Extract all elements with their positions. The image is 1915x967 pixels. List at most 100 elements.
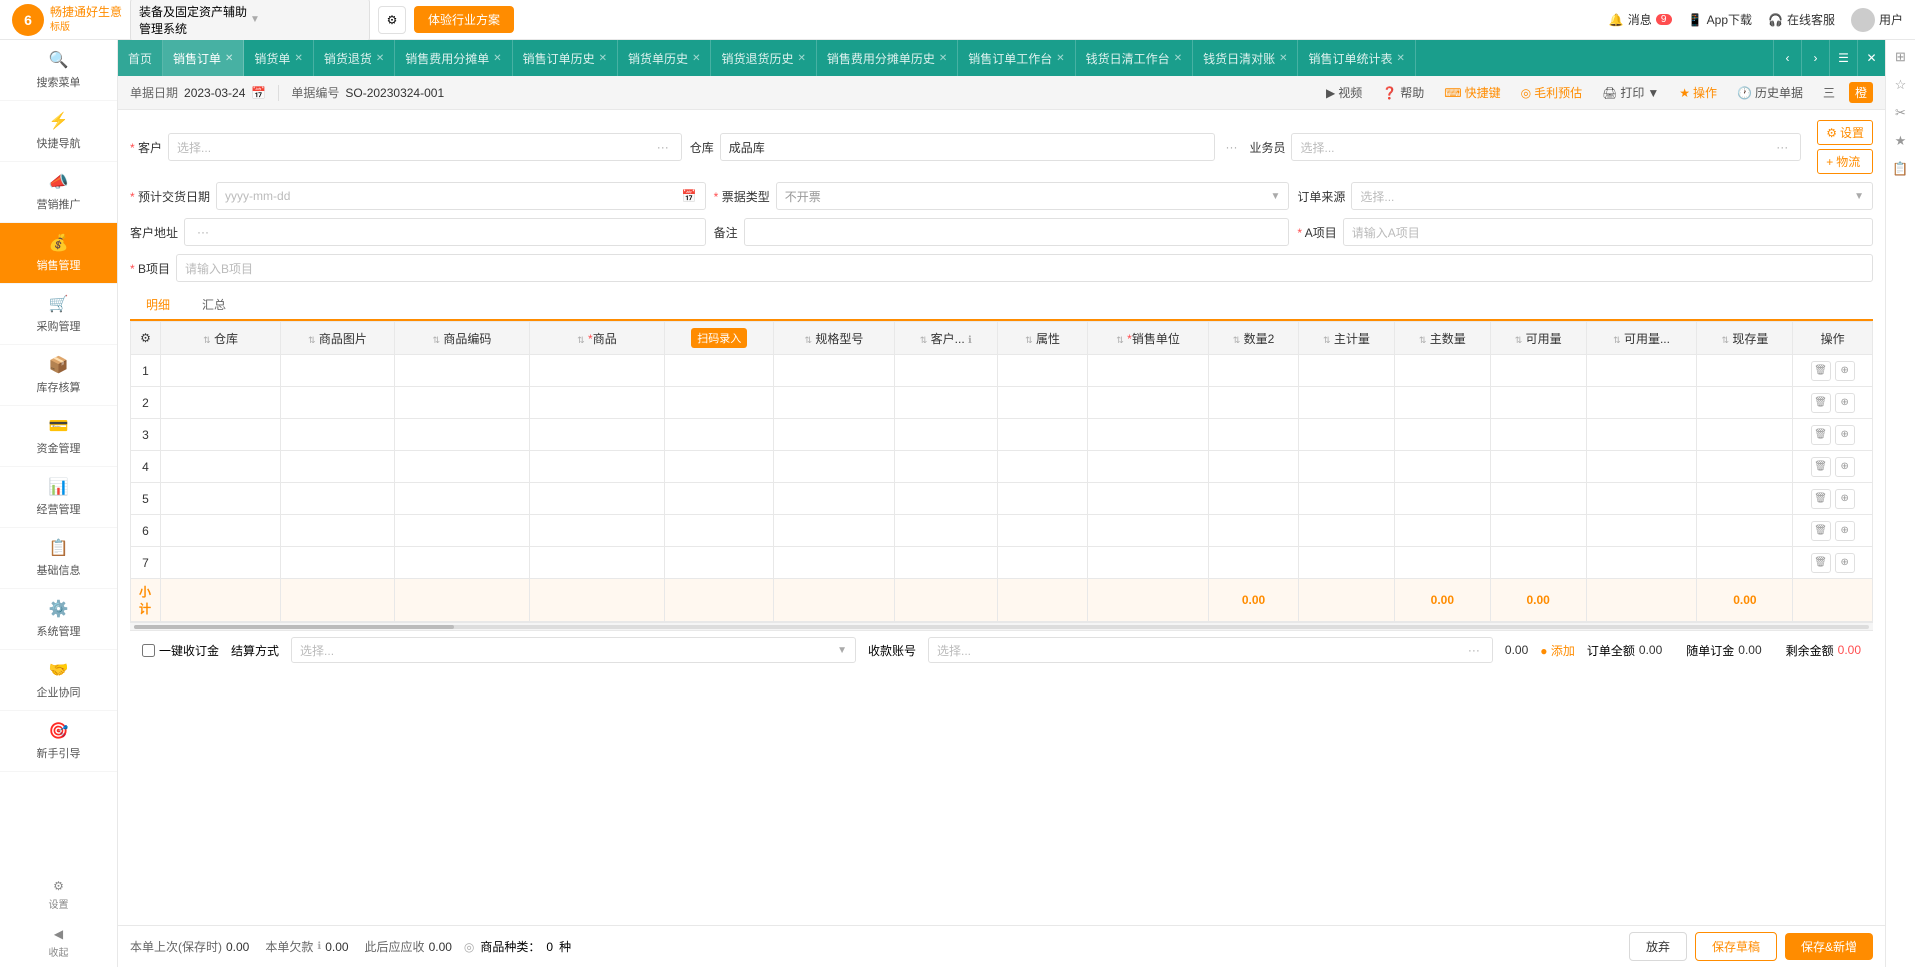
delete-row-icon[interactable]: 🗑 bbox=[1811, 489, 1831, 509]
tab-cash-reconcile[interactable]: 钱货日清对账 ✕ bbox=[1193, 40, 1298, 76]
account-select[interactable]: 选择... ··· bbox=[928, 637, 1493, 663]
tab-close-icon[interactable]: ✕ bbox=[376, 53, 384, 64]
sidebar-settings-btn[interactable]: ⚙ 设置 bbox=[0, 871, 117, 919]
tab-close-all-btn[interactable]: ✕ bbox=[1857, 40, 1885, 76]
calendar-icon[interactable]: 📅 bbox=[251, 86, 266, 100]
tab-sales-return[interactable]: 销货退货 ✕ bbox=[314, 40, 395, 76]
view-btn[interactable]: ▶ 视频 bbox=[1320, 82, 1368, 103]
address-input[interactable]: ··· bbox=[184, 218, 706, 246]
system-selector[interactable]: 装备及固定资产辅助管理系统 ▼ bbox=[130, 0, 370, 42]
sidebar-item-purchase[interactable]: 🛒 采购管理 bbox=[0, 284, 117, 345]
help-btn[interactable]: ❓ 帮助 bbox=[1376, 82, 1430, 103]
add-logistics-btn[interactable]: + 物流 bbox=[1817, 149, 1873, 174]
tab-close-icon[interactable]: ✕ bbox=[225, 53, 233, 64]
tab-next-btn[interactable]: › bbox=[1801, 40, 1829, 76]
sidebar-item-guide[interactable]: 🎯 新手引导 bbox=[0, 711, 117, 772]
tab-close-icon[interactable]: ✕ bbox=[599, 53, 607, 64]
right-icon-1[interactable]: ⊞ bbox=[1888, 44, 1914, 70]
history-btn[interactable]: 🕐 历史单据 bbox=[1731, 82, 1809, 103]
sidebar-item-search[interactable]: 🔍 搜索菜单 bbox=[0, 40, 117, 101]
salesperson-input[interactable]: 选择... ··· bbox=[1291, 133, 1801, 161]
table-scrollbar[interactable] bbox=[130, 622, 1873, 630]
warehouse-more-icon[interactable]: ··· bbox=[1221, 140, 1241, 154]
sidebar-item-sales[interactable]: 💰 销售管理 bbox=[0, 223, 117, 284]
delete-row-icon[interactable]: 🗑 bbox=[1811, 361, 1831, 381]
right-icon-4[interactable]: ★ bbox=[1888, 128, 1914, 154]
delete-row-icon[interactable]: 🗑 bbox=[1811, 553, 1831, 573]
right-icon-3[interactable]: ✂ bbox=[1888, 100, 1914, 126]
sidebar-item-finance[interactable]: 💳 资金管理 bbox=[0, 406, 117, 467]
payment-add-btn[interactable]: ● 添加 bbox=[1540, 642, 1575, 659]
sidebar-item-operations[interactable]: 📊 经营管理 bbox=[0, 467, 117, 528]
copy-row-icon[interactable]: ⊕ bbox=[1835, 553, 1855, 573]
right-icon-2[interactable]: ☆ bbox=[1888, 72, 1914, 98]
sidebar-item-marketing[interactable]: 📣 营销推广 bbox=[0, 162, 117, 223]
tab-close-icon[interactable]: ✕ bbox=[1279, 53, 1287, 64]
copy-row-icon[interactable]: ⊕ bbox=[1835, 521, 1855, 541]
tab-close-icon[interactable]: ✕ bbox=[939, 53, 947, 64]
order-source-input[interactable]: 选择... ▼ bbox=[1351, 182, 1873, 210]
tab-detail[interactable]: 明细 bbox=[130, 290, 186, 321]
user-btn[interactable]: 用户 bbox=[1851, 8, 1903, 32]
settings-form-btn[interactable]: ⚙ 设置 bbox=[1817, 120, 1873, 145]
tab-expense-history[interactable]: 销售费用分摊单历史 ✕ bbox=[817, 40, 958, 76]
tab-sales-stats[interactable]: 销售订单统计表 ✕ bbox=[1298, 40, 1415, 76]
sidebar-item-quick-nav[interactable]: ⚡ 快捷导航 bbox=[0, 101, 117, 162]
tab-close-icon[interactable]: ✕ bbox=[1056, 53, 1064, 64]
tab-summary[interactable]: 汇总 bbox=[186, 290, 242, 321]
app-download-btn[interactable]: 📱 App下载 bbox=[1688, 11, 1752, 28]
orange-view-btn[interactable]: 橙 bbox=[1849, 82, 1873, 103]
tab-cash-workbench[interactable]: 钱货日清工作台 ✕ bbox=[1076, 40, 1193, 76]
save-draft-btn[interactable]: 保存草稿 bbox=[1695, 932, 1777, 961]
tab-prev-btn[interactable]: ‹ bbox=[1773, 40, 1801, 76]
tab-close-icon[interactable]: ✕ bbox=[493, 53, 501, 64]
delete-row-icon[interactable]: 🗑 bbox=[1811, 457, 1831, 477]
copy-row-icon[interactable]: ⊕ bbox=[1835, 457, 1855, 477]
quick-settle-checkbox[interactable] bbox=[142, 644, 155, 657]
col-settings[interactable]: ⚙ bbox=[131, 322, 161, 355]
profit-btn[interactable]: ◎ 毛利预估 bbox=[1515, 82, 1589, 103]
operation-btn[interactable]: ★ 操作 bbox=[1673, 82, 1723, 103]
tab-invoice-history[interactable]: 销货单历史 ✕ bbox=[618, 40, 711, 76]
address-more-icon[interactable]: ··· bbox=[193, 225, 213, 239]
tab-sales-order[interactable]: 销售订单 ✕ bbox=[163, 40, 244, 76]
save-new-btn[interactable]: 保存&新增 bbox=[1785, 933, 1873, 960]
delivery-input[interactable]: yyyy-mm-dd 📅 bbox=[216, 182, 706, 210]
sidebar-item-system[interactable]: ⚙️ 系统管理 bbox=[0, 589, 117, 650]
tab-close-icon[interactable]: ✕ bbox=[1174, 53, 1182, 64]
delete-row-icon[interactable]: 🗑 bbox=[1811, 393, 1831, 413]
tab-order-workbench[interactable]: 销售订单工作台 ✕ bbox=[958, 40, 1075, 76]
settle-method-select[interactable]: 选择... ▼ bbox=[291, 637, 856, 663]
tab-sales-expense[interactable]: 销售费用分摊单 ✕ bbox=[395, 40, 512, 76]
salesperson-more-icon[interactable]: ··· bbox=[1772, 140, 1792, 154]
online-service-btn[interactable]: 🎧 在线客服 bbox=[1768, 11, 1835, 28]
print-btn[interactable]: 🖨 打印 ▼ bbox=[1596, 82, 1665, 103]
industry-btn[interactable]: 体验行业方案 bbox=[414, 6, 514, 33]
customer-input[interactable]: 选择... ··· bbox=[168, 133, 682, 161]
tab-close-icon[interactable]: ✕ bbox=[1397, 53, 1405, 64]
copy-row-icon[interactable]: ⊕ bbox=[1835, 393, 1855, 413]
copy-row-icon[interactable]: ⊕ bbox=[1835, 489, 1855, 509]
messages-btn[interactable]: 🔔 消息 9 bbox=[1609, 11, 1672, 28]
tab-sales-order-history[interactable]: 销售订单历史 ✕ bbox=[513, 40, 618, 76]
right-icon-5[interactable]: 📋 bbox=[1888, 156, 1914, 182]
account-more-icon[interactable]: ··· bbox=[1464, 643, 1484, 657]
sidebar-collapse-btn[interactable]: ◀ 收起 bbox=[0, 919, 117, 967]
tab-close-icon[interactable]: ✕ bbox=[797, 53, 805, 64]
tab-close-icon[interactable]: ✕ bbox=[294, 53, 302, 64]
shortcut-btn[interactable]: ⌨ 快捷键 bbox=[1438, 82, 1506, 103]
tab-close-icon[interactable]: ✕ bbox=[692, 53, 700, 64]
copy-row-icon[interactable]: ⊕ bbox=[1835, 425, 1855, 445]
layout-toggle-btn[interactable]: 三 bbox=[1817, 82, 1841, 103]
sidebar-item-inventory[interactable]: 📦 库存核算 bbox=[0, 345, 117, 406]
tab-return-history[interactable]: 销货退货历史 ✕ bbox=[711, 40, 816, 76]
sidebar-item-base-info[interactable]: 📋 基础信息 bbox=[0, 528, 117, 589]
delete-row-icon[interactable]: 🗑 bbox=[1811, 521, 1831, 541]
discard-btn[interactable]: 放弃 bbox=[1629, 932, 1687, 961]
remark-input[interactable] bbox=[744, 218, 1290, 246]
copy-row-icon[interactable]: ⊕ bbox=[1835, 361, 1855, 381]
tab-sales-invoice[interactable]: 销货单 ✕ bbox=[244, 40, 313, 76]
tab-menu-btn[interactable]: ☰ bbox=[1829, 40, 1857, 76]
project-a-input[interactable]: 请输入A项目 bbox=[1343, 218, 1873, 246]
tab-home[interactable]: 首页 bbox=[118, 40, 163, 76]
